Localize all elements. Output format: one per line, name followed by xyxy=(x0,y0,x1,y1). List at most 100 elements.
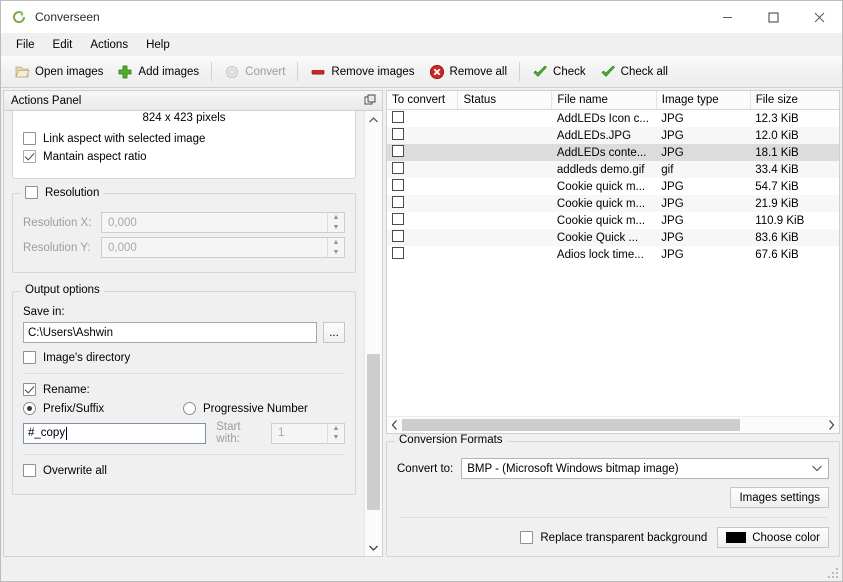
replace-transparent-row[interactable]: Replace transparent background xyxy=(520,531,707,544)
resolution-x-spin-buttons[interactable]: ▲ ▼ xyxy=(327,213,344,232)
actions-panel-vertical-scrollbar[interactable] xyxy=(364,111,382,556)
menu-actions[interactable]: Actions xyxy=(81,36,137,54)
menu-file[interactable]: File xyxy=(7,36,44,54)
scroll-up-icon[interactable] xyxy=(365,111,382,128)
row-convert-checkbox[interactable] xyxy=(392,196,404,208)
row-convert-checkbox[interactable] xyxy=(392,111,404,123)
row-convert-checkbox[interactable] xyxy=(392,179,404,191)
undock-icon[interactable] xyxy=(363,93,377,107)
maintain-aspect-row[interactable]: Mantain aspect ratio xyxy=(23,150,345,163)
resolution-y-spin-buttons[interactable]: ▲ ▼ xyxy=(327,238,344,257)
row-convert-checkbox-cell[interactable] xyxy=(387,110,458,128)
save-in-input[interactable]: C:\Users\Ashwin xyxy=(23,322,317,343)
row-convert-checkbox[interactable] xyxy=(392,128,404,140)
maximize-icon[interactable] xyxy=(750,1,796,33)
row-convert-checkbox-cell[interactable] xyxy=(387,161,458,178)
column-file-name[interactable]: File name xyxy=(552,91,656,110)
row-convert-checkbox-cell[interactable] xyxy=(387,195,458,212)
prefix-suffix-radio-row[interactable]: Prefix/Suffix xyxy=(23,402,183,415)
row-convert-checkbox[interactable] xyxy=(392,247,404,259)
check-button[interactable]: Check xyxy=(525,59,593,84)
add-images-label: Add images xyxy=(138,66,199,78)
resolution-x-down-icon[interactable]: ▼ xyxy=(328,223,344,233)
start-with-spin-buttons[interactable]: ▲ ▼ xyxy=(327,424,344,443)
column-status[interactable]: Status xyxy=(458,91,552,110)
hscroll-left-icon[interactable] xyxy=(387,420,402,430)
start-with-up-icon[interactable]: ▲ xyxy=(328,424,344,434)
remove-images-button[interactable]: Remove images xyxy=(303,59,421,84)
progressive-number-radio-row[interactable]: Progressive Number xyxy=(183,402,308,415)
start-with-stepper[interactable]: 1 ▲ ▼ xyxy=(271,423,345,444)
progressive-number-radio[interactable] xyxy=(183,402,196,415)
row-convert-checkbox-cell[interactable] xyxy=(387,246,458,263)
maintain-aspect-checkbox[interactable] xyxy=(23,150,36,163)
file-list-empty-space xyxy=(387,263,839,416)
link-aspect-row[interactable]: Link aspect with selected image xyxy=(23,132,345,145)
row-file-name: AddLEDs Icon c... xyxy=(552,110,656,128)
resolution-y-up-icon[interactable]: ▲ xyxy=(328,238,344,248)
overwrite-all-row[interactable]: Overwrite all xyxy=(23,464,345,477)
horizontal-scroll-track[interactable] xyxy=(402,417,824,433)
remove-all-button[interactable]: Remove all xyxy=(422,59,515,84)
row-convert-checkbox-cell[interactable] xyxy=(387,178,458,195)
row-file-name: Cookie Quick ... xyxy=(552,229,656,246)
open-images-button[interactable]: Open images xyxy=(7,59,110,84)
close-icon[interactable] xyxy=(796,1,842,33)
row-file-size: 67.6 KiB xyxy=(750,246,839,263)
table-row[interactable]: Cookie quick m...JPG21.9 KiB xyxy=(387,195,839,212)
row-convert-checkbox-cell[interactable] xyxy=(387,212,458,229)
table-row[interactable]: AddLEDs.JPGJPG12.0 KiB xyxy=(387,127,839,144)
row-convert-checkbox-cell[interactable] xyxy=(387,144,458,161)
table-row[interactable]: AddLEDs Icon c...JPG12.3 KiB xyxy=(387,110,839,128)
overwrite-all-checkbox[interactable] xyxy=(23,464,36,477)
image-directory-row[interactable]: Image's directory xyxy=(23,351,345,364)
resize-grip-icon[interactable] xyxy=(827,567,839,579)
table-row[interactable]: Cookie quick m...JPG54.7 KiB xyxy=(387,178,839,195)
scroll-down-icon[interactable] xyxy=(365,539,382,556)
convert-button[interactable]: Convert xyxy=(217,59,292,84)
resolution-checkbox[interactable] xyxy=(25,186,38,199)
resolution-x-up-icon[interactable]: ▲ xyxy=(328,213,344,223)
images-settings-button[interactable]: Images settings xyxy=(730,487,829,508)
resolution-y-down-icon[interactable]: ▼ xyxy=(328,248,344,258)
resolution-y-value: 0,000 xyxy=(102,242,137,254)
row-convert-checkbox[interactable] xyxy=(392,230,404,242)
check-all-button[interactable]: Check all xyxy=(593,59,675,84)
prefix-suffix-radio[interactable] xyxy=(23,402,36,415)
file-list-horizontal-scrollbar[interactable] xyxy=(387,416,839,433)
convert-to-select[interactable]: BMP - (Microsoft Windows bitmap image) xyxy=(461,458,829,479)
rename-pattern-input[interactable]: #_copy xyxy=(23,423,206,444)
table-row[interactable]: Cookie Quick ...JPG83.6 KiB xyxy=(387,229,839,246)
add-images-button[interactable]: Add images xyxy=(110,59,206,84)
column-file-size[interactable]: File size xyxy=(750,91,839,110)
resolution-x-stepper[interactable]: 0,000 ▲ ▼ xyxy=(101,212,345,233)
replace-transparent-checkbox[interactable] xyxy=(520,531,533,544)
image-directory-checkbox[interactable] xyxy=(23,351,36,364)
table-row[interactable]: addleds demo.gifgif33.4 KiB xyxy=(387,161,839,178)
horizontal-scroll-thumb[interactable] xyxy=(402,419,740,431)
hscroll-right-icon[interactable] xyxy=(824,420,839,430)
rename-checkbox[interactable] xyxy=(23,383,36,396)
minimize-icon[interactable] xyxy=(704,1,750,33)
table-row[interactable]: Adios lock time...JPG67.6 KiB xyxy=(387,246,839,263)
rename-row[interactable]: Rename: xyxy=(23,383,345,396)
vertical-scroll-thumb[interactable] xyxy=(367,354,380,510)
column-to-convert[interactable]: To convert xyxy=(387,91,458,110)
resolution-y-stepper[interactable]: 0,000 ▲ ▼ xyxy=(101,237,345,258)
row-convert-checkbox-cell[interactable] xyxy=(387,229,458,246)
table-row[interactable]: AddLEDs conte...JPG18.1 KiB xyxy=(387,144,839,161)
vertical-scroll-track[interactable] xyxy=(365,128,382,539)
row-convert-checkbox[interactable] xyxy=(392,162,404,174)
column-image-type[interactable]: Image type xyxy=(656,91,750,110)
table-row[interactable]: Cookie quick m...JPG110.9 KiB xyxy=(387,212,839,229)
menu-edit[interactable]: Edit xyxy=(44,36,82,54)
link-aspect-checkbox[interactable] xyxy=(23,132,36,145)
row-convert-checkbox-cell[interactable] xyxy=(387,127,458,144)
toolbar-separator-1 xyxy=(211,62,212,81)
choose-color-button[interactable]: Choose color xyxy=(717,527,829,548)
row-convert-checkbox[interactable] xyxy=(392,213,404,225)
start-with-down-icon[interactable]: ▼ xyxy=(328,433,344,443)
menu-help[interactable]: Help xyxy=(137,36,179,54)
browse-button[interactable]: ... xyxy=(323,322,345,343)
row-convert-checkbox[interactable] xyxy=(392,145,404,157)
